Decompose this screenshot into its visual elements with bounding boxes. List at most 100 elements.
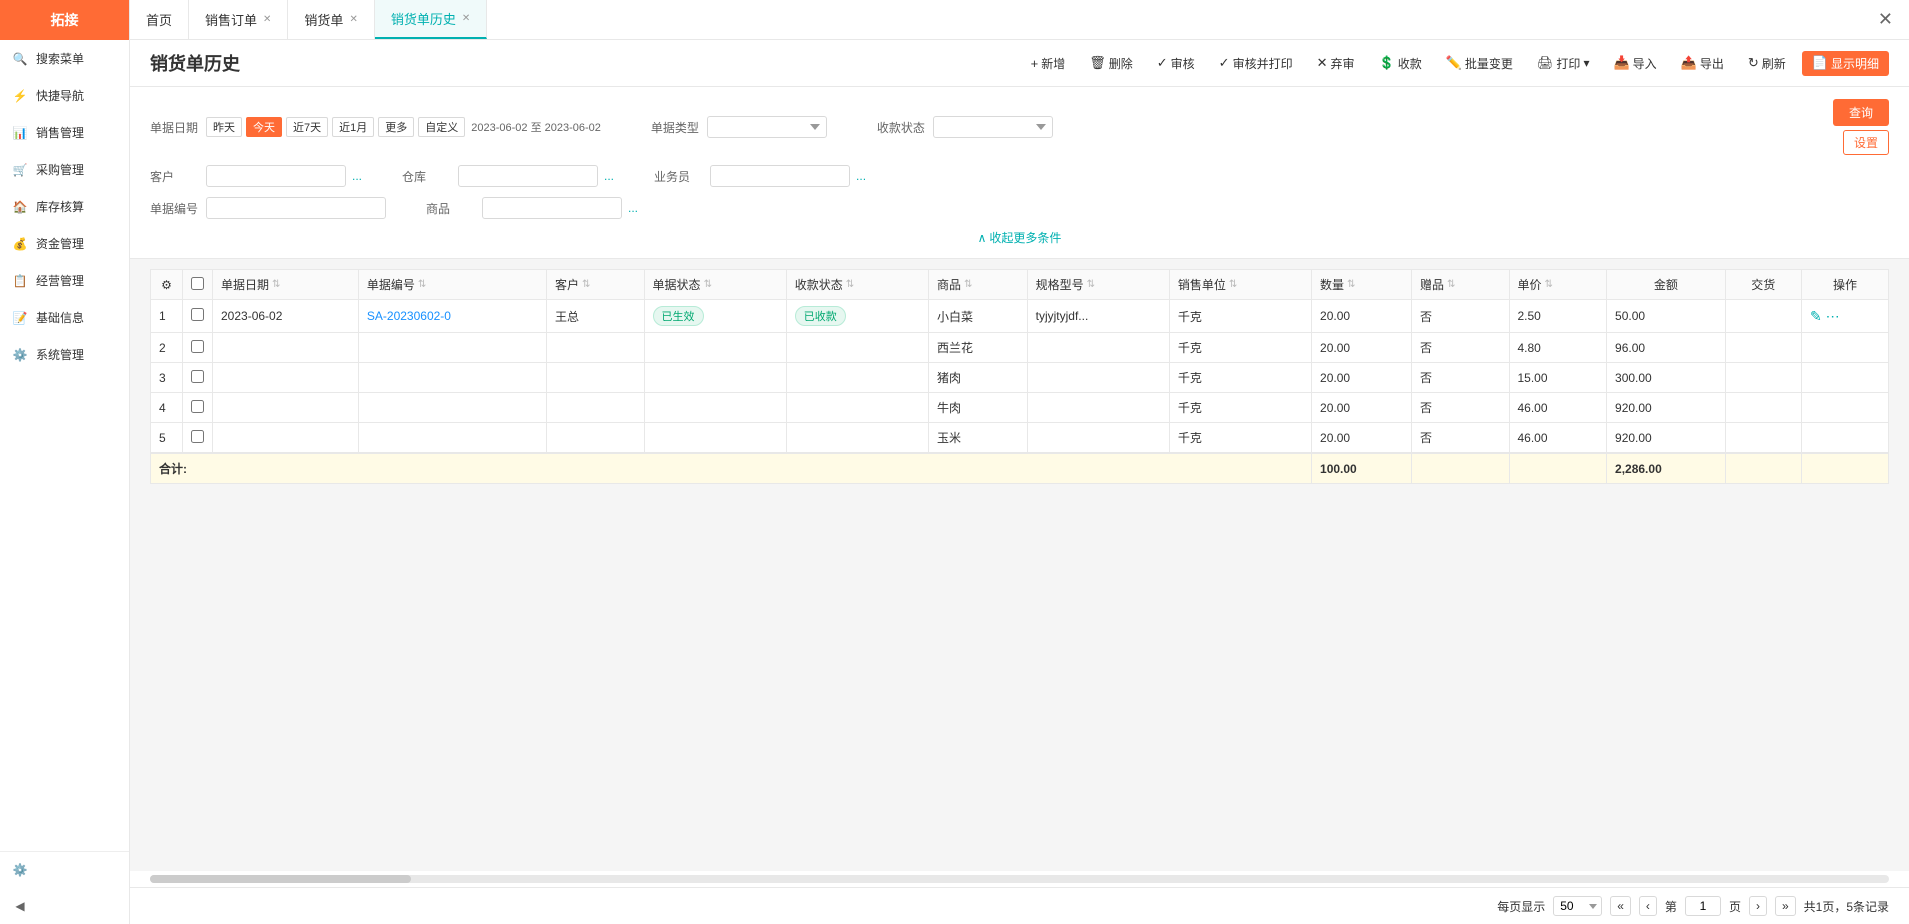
tab-sales-history-close[interactable]: ✕: [462, 13, 470, 24]
add-button[interactable]: + 新增: [1023, 51, 1074, 76]
col-doc-status[interactable]: 单据状态 ⇅: [644, 270, 786, 300]
nav-close-btn[interactable]: ✕: [1862, 9, 1909, 30]
row-doc-no[interactable]: [358, 423, 546, 454]
more-btn[interactable]: 更多: [378, 117, 414, 137]
tab-sales-order[interactable]: 销售订单 ✕: [189, 0, 288, 39]
sidebar: 拓接 🔍 搜索菜单 ⚡ 快捷导航 📊 销售管理 🛒 采购管理 🏠 库存核算 💰 …: [0, 0, 130, 924]
edit-icon[interactable]: ✎: [1810, 308, 1822, 325]
show-detail-button[interactable]: 📄 显示明细: [1802, 51, 1889, 76]
yesterday-btn[interactable]: 昨天: [206, 117, 242, 137]
col-collect-status[interactable]: 收款状态 ⇅: [786, 270, 928, 300]
query-button[interactable]: 查询: [1833, 99, 1889, 126]
setting-button[interactable]: 设置: [1843, 130, 1889, 155]
audit-button[interactable]: ✓ 审核: [1149, 51, 1203, 76]
row-checkbox[interactable]: [191, 400, 204, 413]
col-customer[interactable]: 客户 ⇅: [547, 270, 645, 300]
col-spec-type[interactable]: 规格型号 ⇅: [1027, 270, 1169, 300]
page-size-select[interactable]: 50 10 20 100: [1553, 896, 1602, 916]
row-gift: 否: [1411, 363, 1509, 393]
row-checkbox-cell[interactable]: [183, 393, 213, 423]
prev-page-btn[interactable]: ‹: [1639, 896, 1657, 916]
sidebar-settings-btn[interactable]: ⚙️: [0, 852, 129, 888]
tab-sales-delivery-label: 销货单: [304, 10, 343, 29]
sidebar-item-basic-info[interactable]: 📝 基础信息: [0, 299, 129, 336]
staff-ellipsis[interactable]: ...: [856, 169, 866, 183]
sidebar-item-purchase-mgmt[interactable]: 🛒 采购管理: [0, 151, 129, 188]
row-doc-status: [644, 333, 786, 363]
7days-btn[interactable]: 近7天: [286, 117, 328, 137]
goods-ellipsis[interactable]: ...: [628, 201, 638, 215]
customer-ellipsis[interactable]: ...: [352, 169, 362, 183]
today-btn[interactable]: 今天: [246, 117, 282, 137]
import-button[interactable]: 📥 导入: [1605, 51, 1664, 76]
sidebar-item-quick-nav[interactable]: ⚡ 快捷导航: [0, 77, 129, 114]
custom-btn[interactable]: 自定义: [418, 117, 465, 137]
warehouse-ellipsis[interactable]: ...: [604, 169, 614, 183]
row-doc-no[interactable]: SA-20230602-0: [358, 300, 546, 333]
delete-button[interactable]: 🗑 删除: [1081, 51, 1141, 76]
tab-sales-history[interactable]: 销货单历史 ✕: [375, 0, 487, 39]
col-quantity[interactable]: 数量 ⇅: [1312, 270, 1412, 300]
row-checkbox-cell[interactable]: [183, 300, 213, 333]
scroll-track[interactable]: [150, 875, 1889, 883]
last-page-btn[interactable]: »: [1775, 896, 1796, 916]
col-doc-no[interactable]: 单据编号 ⇅: [358, 270, 546, 300]
col-sales-unit[interactable]: 销售单位 ⇅: [1169, 270, 1311, 300]
quick-nav-icon: ⚡: [12, 88, 28, 104]
row-checkbox-cell[interactable]: [183, 333, 213, 363]
row-unit-price: 15.00: [1509, 363, 1607, 393]
col-goods[interactable]: 商品 ⇅: [928, 270, 1027, 300]
warehouse-input[interactable]: [458, 165, 598, 187]
doc-no-input[interactable]: [206, 197, 386, 219]
next-page-btn[interactable]: ›: [1749, 896, 1767, 916]
tab-sales-order-close[interactable]: ✕: [263, 14, 271, 25]
sidebar-collapse-btn[interactable]: ◀: [0, 888, 129, 924]
row-checkbox-cell[interactable]: [183, 423, 213, 454]
col-gift[interactable]: 赠品 ⇅: [1411, 270, 1509, 300]
tab-sales-delivery-close[interactable]: ✕: [349, 14, 357, 25]
collect-button[interactable]: 💲 收款: [1371, 51, 1430, 76]
sidebar-item-search-menu[interactable]: 🔍 搜索菜单: [0, 40, 129, 77]
customer-input[interactable]: [206, 165, 346, 187]
sidebar-item-operations-mgmt[interactable]: 📋 经营管理: [0, 262, 129, 299]
table-area: ⚙ 单据日期 ⇅ 单据编号 ⇅: [130, 259, 1909, 871]
row-transaction: [1725, 423, 1801, 454]
doc-type-select[interactable]: [707, 116, 827, 138]
row-doc-no[interactable]: [358, 363, 546, 393]
collect-status-select[interactable]: [933, 116, 1053, 138]
row-doc-no[interactable]: [358, 333, 546, 363]
col-unit-price[interactable]: 单价 ⇅: [1509, 270, 1607, 300]
row-collect-status: 已收款: [786, 300, 928, 333]
tab-sales-delivery[interactable]: 销货单 ✕: [288, 0, 374, 39]
sidebar-item-finance-mgmt[interactable]: 💰 资金管理: [0, 225, 129, 262]
export-button[interactable]: 📤 导出: [1673, 51, 1732, 76]
row-checkbox[interactable]: [191, 308, 204, 321]
page-input[interactable]: [1685, 896, 1721, 916]
batch-change-button[interactable]: ✏️ 批量变更: [1438, 51, 1521, 76]
refresh-button[interactable]: ↻ 刷新: [1740, 51, 1794, 76]
staff-input[interactable]: [710, 165, 850, 187]
row-checkbox[interactable]: [191, 370, 204, 383]
col-settings[interactable]: ⚙: [151, 270, 183, 300]
more-actions-icon[interactable]: ⋯: [1826, 308, 1840, 325]
1month-btn[interactable]: 近1月: [332, 117, 374, 137]
sidebar-item-system-mgmt[interactable]: ⚙️ 系统管理: [0, 336, 129, 373]
row-checkbox-cell[interactable]: [183, 363, 213, 393]
col-checkbox[interactable]: [183, 270, 213, 300]
first-page-btn[interactable]: «: [1610, 896, 1631, 916]
audit-print-button[interactable]: ✓ 审核并打印: [1211, 51, 1301, 76]
goods-input[interactable]: [482, 197, 622, 219]
row-checkbox[interactable]: [191, 340, 204, 353]
select-all-checkbox[interactable]: [191, 277, 204, 290]
abandon-button[interactable]: ✕ 弃审: [1309, 51, 1363, 76]
sidebar-item-sales-mgmt[interactable]: 📊 销售管理: [0, 114, 129, 151]
collapse-btn[interactable]: ∧ 收起更多条件: [978, 229, 1062, 246]
col-doc-date[interactable]: 单据日期 ⇅: [213, 270, 359, 300]
tab-home[interactable]: 首页: [130, 0, 189, 39]
row-doc-no[interactable]: [358, 393, 546, 423]
print-button[interactable]: 🖨 打印 ▾: [1529, 51, 1598, 76]
scroll-thumb[interactable]: [150, 875, 411, 883]
row-customer: [547, 423, 645, 454]
row-checkbox[interactable]: [191, 430, 204, 443]
sidebar-item-inventory-calc[interactable]: 🏠 库存核算: [0, 188, 129, 225]
